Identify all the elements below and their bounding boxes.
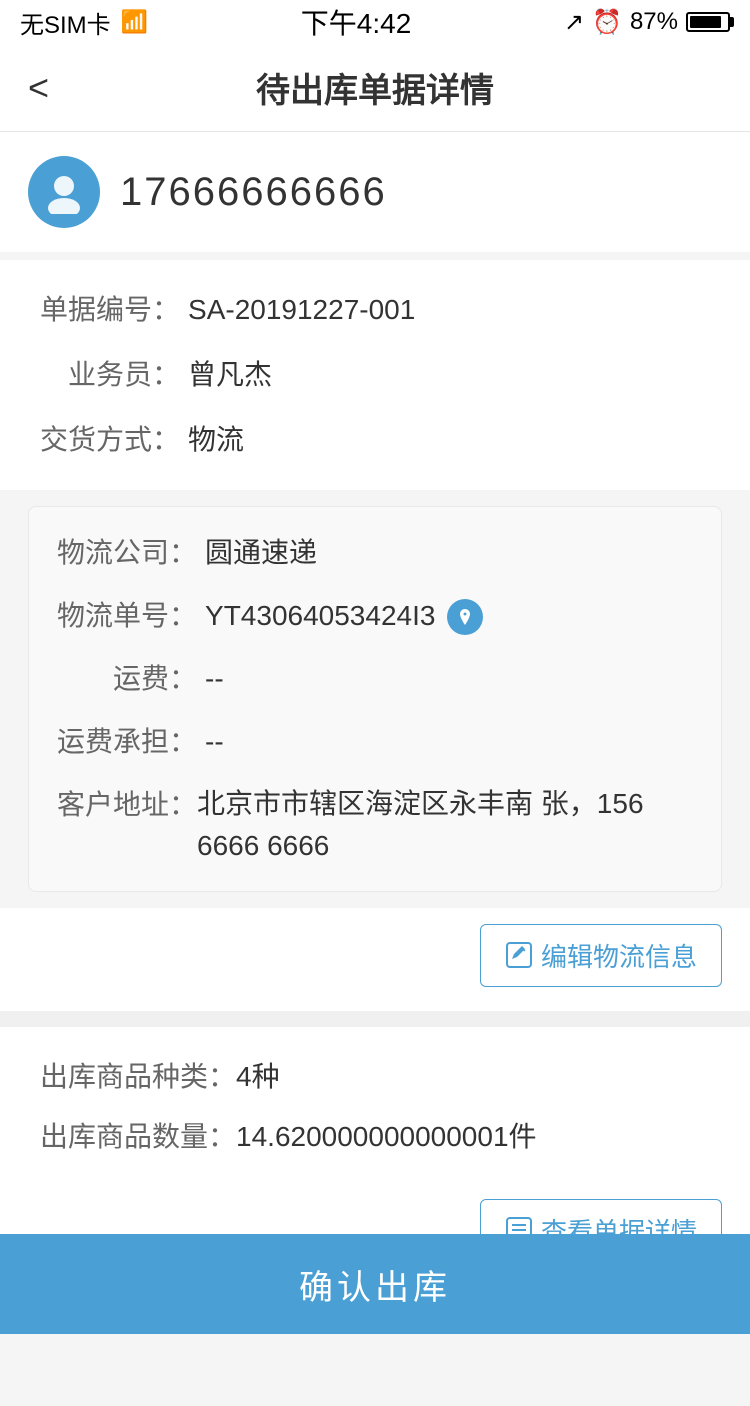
confirm-bar[interactable]: 确认出库 — [0, 1234, 750, 1334]
avatar-icon — [42, 170, 86, 214]
order-no-label: 单据编号： — [40, 288, 180, 333]
sales-person-label: 业务员： — [40, 353, 180, 398]
logistics-company-value: 圆通速递 — [197, 531, 693, 576]
page-content: 17666666666 单据编号： SA-20191227-001 业务员： 曾… — [0, 132, 750, 1406]
customer-phone: 17666666666 — [120, 170, 387, 215]
wifi-icon: 📶 — [121, 9, 148, 35]
freight-bearer-row: 运费承担： -- — [57, 720, 693, 765]
sales-person-value: 曾凡杰 — [180, 353, 710, 398]
address-label: 客户地址： — [57, 783, 197, 828]
dashed-separator — [0, 252, 750, 260]
tracking-no-container: YT43064053424I3 — [197, 594, 693, 639]
logistics-company-label: 物流公司： — [57, 531, 197, 576]
freight-row: 运费： -- — [57, 657, 693, 702]
status-time: 下午4:42 — [301, 2, 412, 42]
section-divider — [0, 1011, 750, 1027]
confirm-button-text: 确认出库 — [299, 1260, 451, 1309]
tracking-no-value: YT43064053424I3 — [205, 594, 435, 639]
tracking-no-label: 物流单号： — [57, 594, 197, 639]
tracking-location-button[interactable] — [447, 599, 483, 635]
battery-percent: 87% — [630, 8, 678, 36]
goods-category-value: 4种 — [236, 1055, 710, 1095]
delivery-method-label: 交货方式： — [40, 418, 180, 463]
back-button[interactable]: < — [28, 67, 49, 109]
edit-logistics-button[interactable]: 编辑物流信息 — [480, 924, 722, 987]
edit-btn-container: 编辑物流信息 — [0, 908, 750, 1011]
status-bar: 无SIM卡 📶 下午4:42 ↗ ⏰ 87% — [0, 0, 750, 44]
tracking-no-row: 物流单号： YT43064053424I3 — [57, 594, 693, 639]
freight-bearer-label: 运费承担： — [57, 720, 197, 765]
status-right: ↗ ⏰ 87% — [564, 8, 730, 37]
logistics-section: 物流公司： 圆通速递 物流单号： YT43064053424I3 运费： -- … — [28, 506, 722, 891]
logistics-company-row: 物流公司： 圆通速递 — [57, 531, 693, 576]
freight-label: 运费： — [57, 657, 197, 702]
edit-icon — [505, 941, 533, 969]
goods-category-label: 出库商品种类： — [40, 1055, 236, 1095]
nav-bar: < 待出库单据详情 — [0, 44, 750, 132]
address-row: 客户地址： 北京市市辖区海淀区永丰南 张，156 6666 6666 — [57, 783, 693, 867]
alarm-icon: ⏰ — [592, 8, 622, 37]
delivery-method-row: 交货方式： 物流 — [40, 418, 710, 463]
goods-quantity-label: 出库商品数量： — [40, 1115, 236, 1155]
sales-person-row: 业务员： 曾凡杰 — [40, 353, 710, 398]
freight-value: -- — [197, 657, 693, 702]
goods-category-row: 出库商品种类： 4种 — [40, 1055, 710, 1095]
goods-quantity-value: 14.620000000000001件 — [236, 1115, 710, 1155]
status-left: 无SIM卡 📶 — [20, 5, 148, 40]
customer-avatar — [28, 156, 100, 228]
battery-icon — [686, 12, 730, 32]
order-info-section: 单据编号： SA-20191227-001 业务员： 曾凡杰 交货方式： 物流 — [0, 260, 750, 490]
goods-section: 出库商品种类： 4种 出库商品数量： 14.620000000000001件 — [0, 1027, 750, 1183]
freight-bearer-value: -- — [197, 720, 693, 765]
customer-header: 17666666666 — [0, 132, 750, 252]
order-no-value: SA-20191227-001 — [180, 288, 710, 333]
goods-quantity-row: 出库商品数量： 14.620000000000001件 — [40, 1115, 710, 1155]
carrier-text: 无SIM卡 — [20, 5, 111, 40]
address-value: 北京市市辖区海淀区永丰南 张，156 6666 6666 — [197, 783, 693, 867]
location-arrow-icon: ↗ — [564, 8, 584, 37]
page-title: 待出库单据详情 — [256, 63, 494, 112]
order-no-row: 单据编号： SA-20191227-001 — [40, 288, 710, 333]
delivery-method-value: 物流 — [180, 418, 710, 463]
edit-logistics-label: 编辑物流信息 — [541, 937, 697, 974]
